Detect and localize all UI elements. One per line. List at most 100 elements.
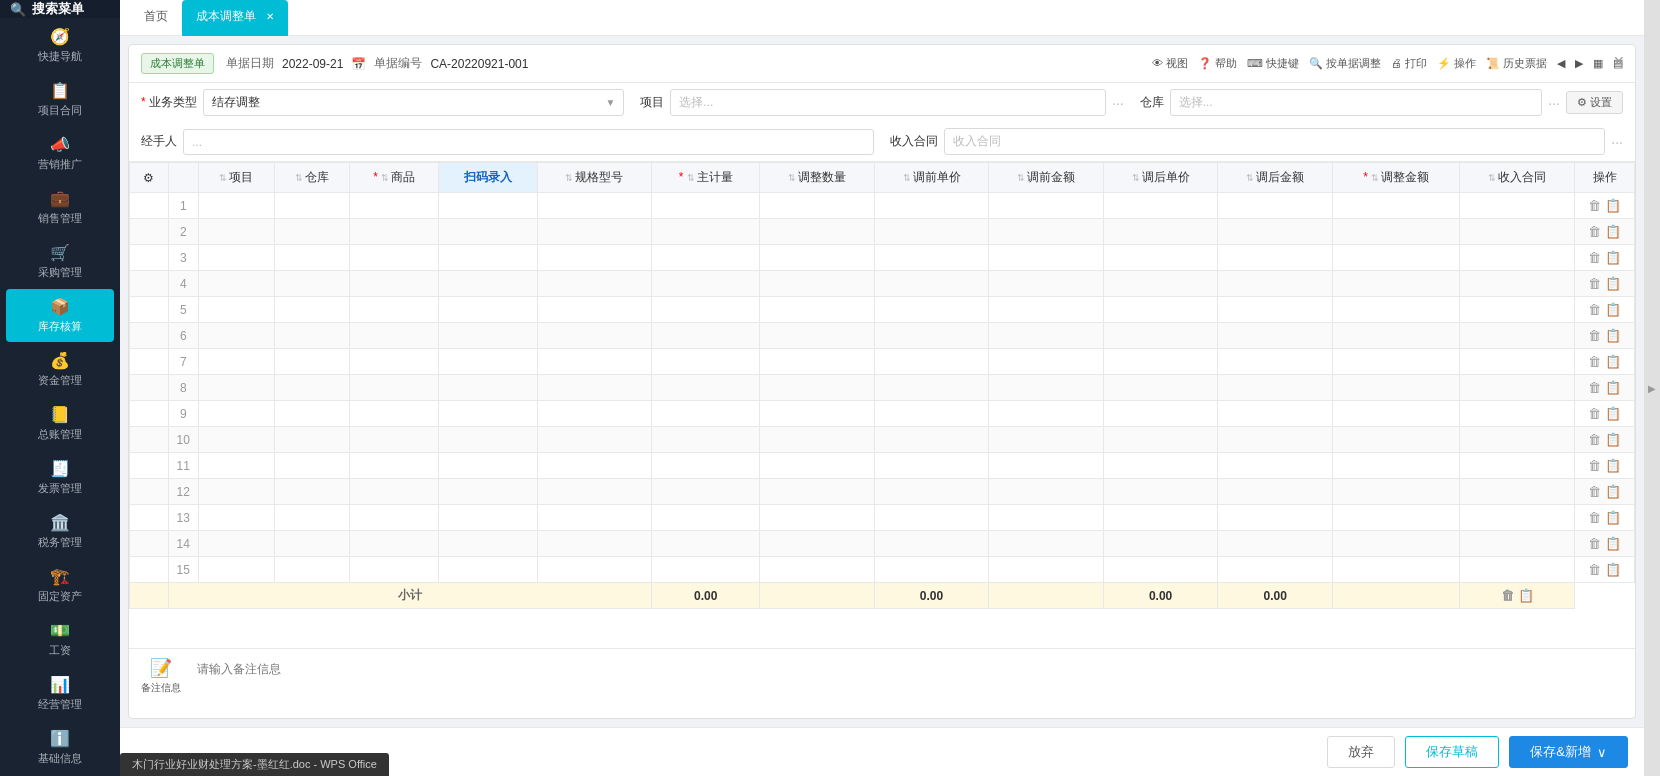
notes-input[interactable] (193, 657, 1623, 693)
row-income-contract-2[interactable] (1460, 219, 1575, 245)
row-unit-9[interactable] (652, 401, 760, 427)
row-product-12[interactable] (350, 479, 439, 505)
row-unit-4[interactable] (652, 271, 760, 297)
row-prev-unit-price-2[interactable] (874, 219, 989, 245)
row-project-9[interactable] (198, 401, 274, 427)
sidebar-item-marketing[interactable]: 📣营销推广 (6, 127, 114, 180)
row-after-unit-price-14[interactable] (1103, 531, 1218, 557)
row-project-4[interactable] (198, 271, 274, 297)
row-prev-amount-7[interactable] (989, 349, 1104, 375)
row-adjust-amount-10[interactable] (1332, 427, 1459, 453)
row-prev-amount-9[interactable] (989, 401, 1104, 427)
history-action[interactable]: 📜 历史票据 (1486, 56, 1547, 71)
row-product-11[interactable] (350, 453, 439, 479)
row-income-contract-8[interactable] (1460, 375, 1575, 401)
row-delete-icon-14[interactable]: 🗑 (1588, 536, 1601, 551)
sidebar-item-operations[interactable]: 📊经营管理 (6, 667, 114, 720)
row-delete-icon-15[interactable]: 🗑 (1588, 562, 1601, 577)
row-copy-icon-12[interactable]: 📋 (1605, 484, 1621, 499)
row-project-13[interactable] (198, 505, 274, 531)
row-after-unit-price-4[interactable] (1103, 271, 1218, 297)
row-after-amount-4[interactable] (1218, 271, 1333, 297)
row-copy-icon-14[interactable]: 📋 (1605, 536, 1621, 551)
row-scan-8[interactable] (439, 375, 537, 401)
save-draft-button[interactable]: 保存草稿 (1405, 736, 1499, 768)
row-warehouse-13[interactable] (274, 505, 350, 531)
row-copy-icon-5[interactable]: 📋 (1605, 302, 1621, 317)
calendar-icon[interactable]: 📅 (351, 57, 366, 71)
row-prev-amount-4[interactable] (989, 271, 1104, 297)
row-product-6[interactable] (350, 323, 439, 349)
row-adjust-amount-1[interactable] (1332, 193, 1459, 219)
row-product-10[interactable] (350, 427, 439, 453)
row-income-contract-7[interactable] (1460, 349, 1575, 375)
row-prev-amount-10[interactable] (989, 427, 1104, 453)
doc-close-button[interactable]: ✕ (1613, 53, 1625, 69)
row-unit-2[interactable] (652, 219, 760, 245)
row-prev-unit-price-10[interactable] (874, 427, 989, 453)
row-scan-5[interactable] (439, 297, 537, 323)
row-spec-7[interactable] (537, 349, 652, 375)
row-adjust-qty-5[interactable] (760, 297, 875, 323)
row-after-unit-price-11[interactable] (1103, 453, 1218, 479)
row-product-9[interactable] (350, 401, 439, 427)
row-adjust-amount-12[interactable] (1332, 479, 1459, 505)
row-after-amount-5[interactable] (1218, 297, 1333, 323)
row-after-unit-price-15[interactable] (1103, 557, 1218, 583)
row-spec-1[interactable] (537, 193, 652, 219)
row-prev-unit-price-1[interactable] (874, 193, 989, 219)
row-delete-icon-8[interactable]: 🗑 (1588, 380, 1601, 395)
row-adjust-qty-13[interactable] (760, 505, 875, 531)
row-adjust-amount-3[interactable] (1332, 245, 1459, 271)
row-project-7[interactable] (198, 349, 274, 375)
row-spec-10[interactable] (537, 427, 652, 453)
row-project-2[interactable] (198, 219, 274, 245)
row-delete-icon-11[interactable]: 🗑 (1588, 458, 1601, 473)
row-prev-amount-12[interactable] (989, 479, 1104, 505)
row-after-unit-price-12[interactable] (1103, 479, 1218, 505)
row-prev-amount-6[interactable] (989, 323, 1104, 349)
row-income-contract-14[interactable] (1460, 531, 1575, 557)
row-prev-amount-1[interactable] (989, 193, 1104, 219)
row-product-14[interactable] (350, 531, 439, 557)
project-value[interactable]: 选择... (670, 89, 1106, 116)
row-scan-4[interactable] (439, 271, 537, 297)
row-scan-14[interactable] (439, 531, 537, 557)
row-warehouse-6[interactable] (274, 323, 350, 349)
row-adjust-qty-7[interactable] (760, 349, 875, 375)
row-spec-14[interactable] (537, 531, 652, 557)
row-scan-3[interactable] (439, 245, 537, 271)
row-prev-unit-price-3[interactable] (874, 245, 989, 271)
row-after-amount-9[interactable] (1218, 401, 1333, 427)
row-adjust-amount-5[interactable] (1332, 297, 1459, 323)
row-delete-icon-2[interactable]: 🗑 (1588, 224, 1601, 239)
print-action[interactable]: 🖨 打印 (1391, 56, 1427, 71)
row-warehouse-15[interactable] (274, 557, 350, 583)
row-adjust-qty-3[interactable] (760, 245, 875, 271)
income-contract-dots-button[interactable]: ··· (1611, 134, 1623, 150)
row-delete-icon-4[interactable]: 🗑 (1588, 276, 1601, 291)
row-scan-9[interactable] (439, 401, 537, 427)
sidebar-item-invoice[interactable]: 🧾发票管理 (6, 451, 114, 504)
row-copy-icon-9[interactable]: 📋 (1605, 406, 1621, 421)
sidebar-item-fixed-assets[interactable]: 🏗️固定资产 (6, 559, 114, 612)
project-dots-button[interactable]: ··· (1112, 95, 1124, 111)
row-warehouse-7[interactable] (274, 349, 350, 375)
row-adjust-qty-12[interactable] (760, 479, 875, 505)
row-after-amount-7[interactable] (1218, 349, 1333, 375)
row-project-5[interactable] (198, 297, 274, 323)
taskbar-item[interactable]: 木门行业好业财处理方案-墨红红.doc - WPS Office (120, 753, 389, 776)
row-copy-icon-2[interactable]: 📋 (1605, 224, 1621, 239)
row-income-contract-3[interactable] (1460, 245, 1575, 271)
row-income-contract-15[interactable] (1460, 557, 1575, 583)
row-copy-icon-7[interactable]: 📋 (1605, 354, 1621, 369)
row-prev-unit-price-15[interactable] (874, 557, 989, 583)
row-after-unit-price-3[interactable] (1103, 245, 1218, 271)
row-unit-13[interactable] (652, 505, 760, 531)
sidebar-item-basic-info[interactable]: ℹ️基础信息 (6, 721, 114, 774)
row-warehouse-4[interactable] (274, 271, 350, 297)
row-prev-unit-price-12[interactable] (874, 479, 989, 505)
row-warehouse-3[interactable] (274, 245, 350, 271)
row-adjust-qty-15[interactable] (760, 557, 875, 583)
row-after-amount-13[interactable] (1218, 505, 1333, 531)
